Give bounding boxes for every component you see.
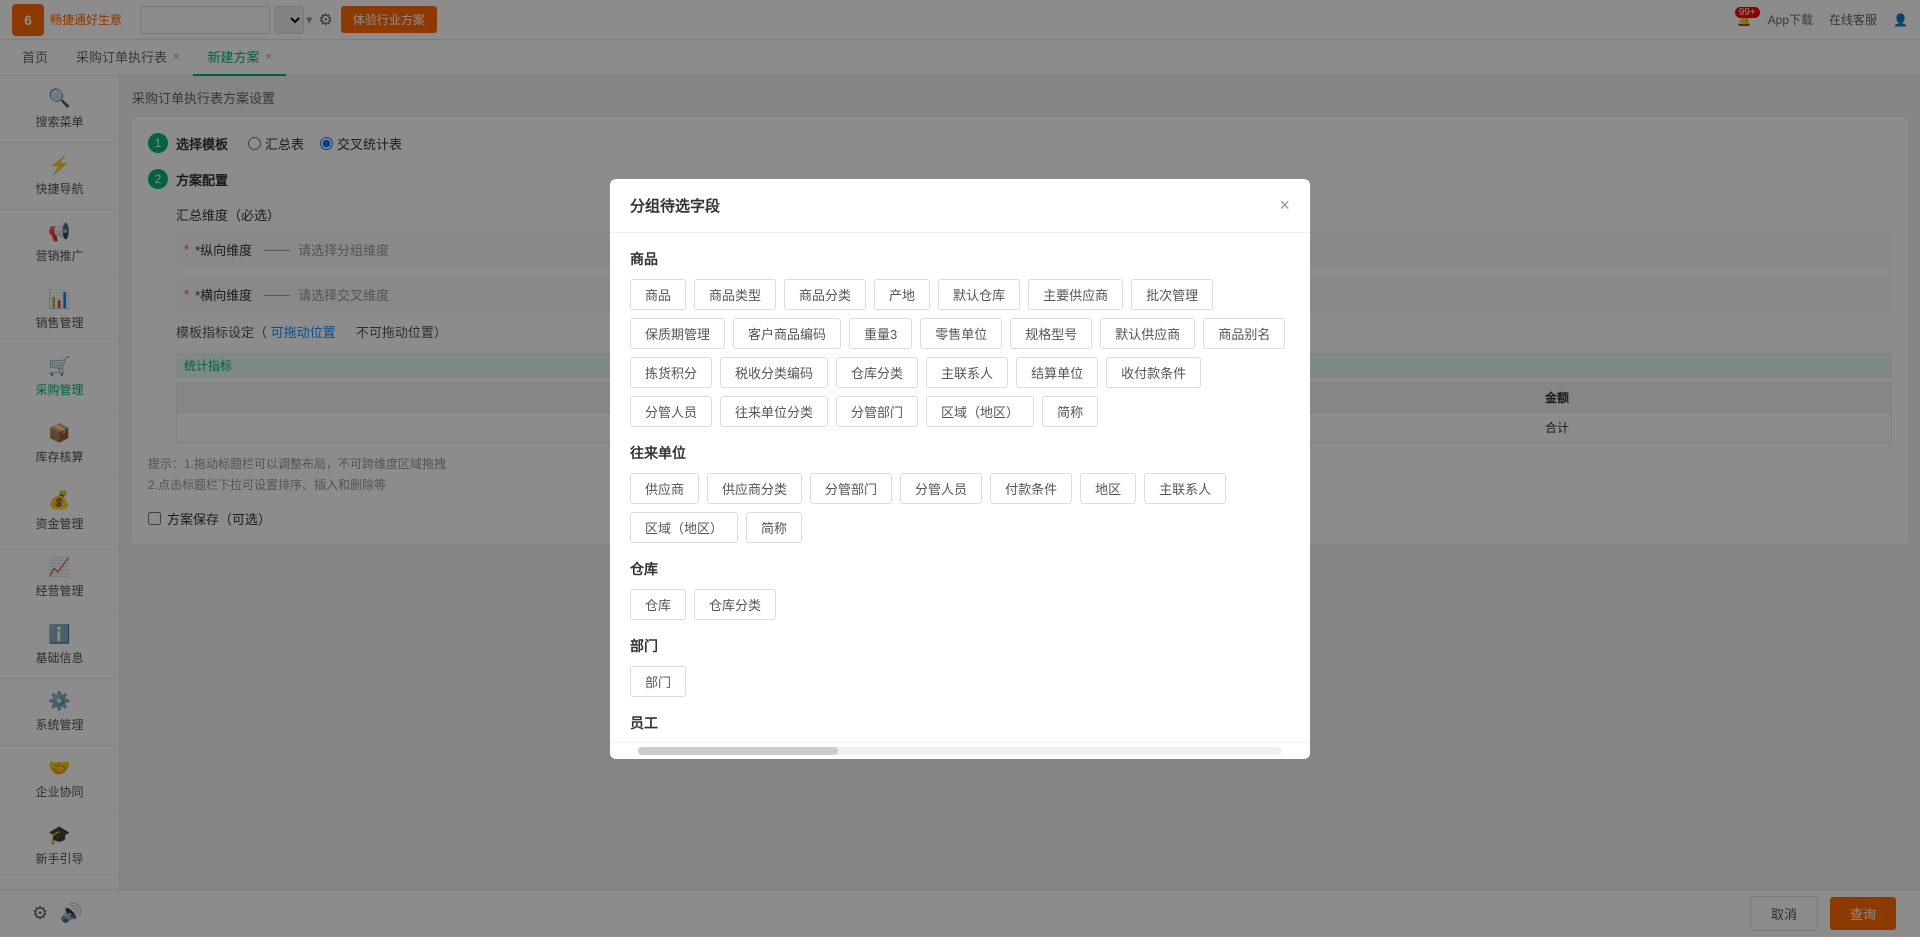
field-tag[interactable]: 客户商品编码	[733, 318, 841, 349]
modal-body: 商品 商品 商品类型 商品分类 产地 默认仓库 主要供应商 批次管理 保质期管理…	[610, 233, 1310, 742]
field-tag[interactable]: 商品别名	[1203, 318, 1285, 349]
field-tag[interactable]: 供应商	[630, 473, 699, 504]
field-tag[interactable]: 区域（地区）	[926, 396, 1034, 427]
field-tag[interactable]: 分管人员	[630, 396, 712, 427]
modal-dialog: 分组待选字段 × 商品 商品 商品类型 商品分类 产地 默认仓库 主要供应商 批…	[610, 179, 1310, 759]
field-tag[interactable]: 产地	[874, 279, 930, 310]
field-section-partner: 往来单位 供应商 供应商分类 分管部门 分管人员 付款条件 地区 主联系人 区域…	[630, 443, 1290, 543]
field-tag[interactable]: 保质期管理	[630, 318, 725, 349]
field-tag[interactable]: 分管部门	[836, 396, 918, 427]
field-tag[interactable]: 默认供应商	[1100, 318, 1195, 349]
field-section-dept: 部门 部门	[630, 636, 1290, 697]
field-tag[interactable]: 主要供应商	[1028, 279, 1123, 310]
field-tag[interactable]: 规格型号	[1010, 318, 1092, 349]
field-section-warehouse: 仓库 仓库 仓库分类	[630, 559, 1290, 620]
field-tags-dept: 部门	[630, 666, 1290, 697]
modal-title: 分组待选字段	[630, 195, 720, 216]
field-tag[interactable]: 商品类型	[694, 279, 776, 310]
field-tags-goods: 商品 商品类型 商品分类 产地 默认仓库 主要供应商 批次管理 保质期管理 客户…	[630, 279, 1290, 427]
field-tag[interactable]: 仓库分类	[836, 357, 918, 388]
section-title-partner: 往来单位	[630, 443, 1290, 463]
modal-overlay[interactable]: 分组待选字段 × 商品 商品 商品类型 商品分类 产地 默认仓库 主要供应商 批…	[0, 0, 1920, 937]
field-tag[interactable]: 仓库	[630, 589, 686, 620]
section-title-employee: 员工	[630, 713, 1290, 733]
field-tag[interactable]: 商品分类	[784, 279, 866, 310]
field-tag[interactable]: 区域（地区）	[630, 512, 738, 543]
section-title-dept: 部门	[630, 636, 1290, 656]
field-section-goods: 商品 商品 商品类型 商品分类 产地 默认仓库 主要供应商 批次管理 保质期管理…	[630, 249, 1290, 427]
field-tag[interactable]: 仓库分类	[694, 589, 776, 620]
field-tag[interactable]: 部门	[630, 666, 686, 697]
field-tag[interactable]: 结算单位	[1016, 357, 1098, 388]
field-tag[interactable]: 默认仓库	[938, 279, 1020, 310]
field-tag[interactable]: 拣货积分	[630, 357, 712, 388]
modal-header: 分组待选字段 ×	[610, 179, 1310, 233]
field-tag[interactable]: 商品	[630, 279, 686, 310]
field-tag[interactable]: 简称	[746, 512, 802, 543]
field-tag[interactable]: 收付款条件	[1106, 357, 1201, 388]
field-tag[interactable]: 主联系人	[1144, 473, 1226, 504]
field-tag[interactable]: 地区	[1080, 473, 1136, 504]
field-tag[interactable]: 主联系人	[926, 357, 1008, 388]
field-tag[interactable]: 往来单位分类	[720, 396, 828, 427]
field-tag[interactable]: 税收分类编码	[720, 357, 828, 388]
field-tag[interactable]: 简称	[1042, 396, 1098, 427]
field-tag[interactable]: 批次管理	[1131, 279, 1213, 310]
modal-close-button[interactable]: ×	[1279, 195, 1290, 216]
modal-h-scrollbar-area	[610, 742, 1310, 759]
field-tag[interactable]: 分管人员	[900, 473, 982, 504]
field-tag[interactable]: 重量3	[849, 318, 912, 349]
field-tag[interactable]: 零售单位	[920, 318, 1002, 349]
modal-horizontal-scrollbar[interactable]	[638, 747, 1282, 755]
field-section-employee: 员工 业务员	[630, 713, 1290, 742]
h-scrollbar-thumb	[638, 747, 838, 755]
field-tags-partner: 供应商 供应商分类 分管部门 分管人员 付款条件 地区 主联系人 区域（地区） …	[630, 473, 1290, 543]
field-tags-warehouse: 仓库 仓库分类	[630, 589, 1290, 620]
section-title-goods: 商品	[630, 249, 1290, 269]
field-tag[interactable]: 分管部门	[810, 473, 892, 504]
field-tag[interactable]: 供应商分类	[707, 473, 802, 504]
section-title-warehouse: 仓库	[630, 559, 1290, 579]
field-tag[interactable]: 付款条件	[990, 473, 1072, 504]
